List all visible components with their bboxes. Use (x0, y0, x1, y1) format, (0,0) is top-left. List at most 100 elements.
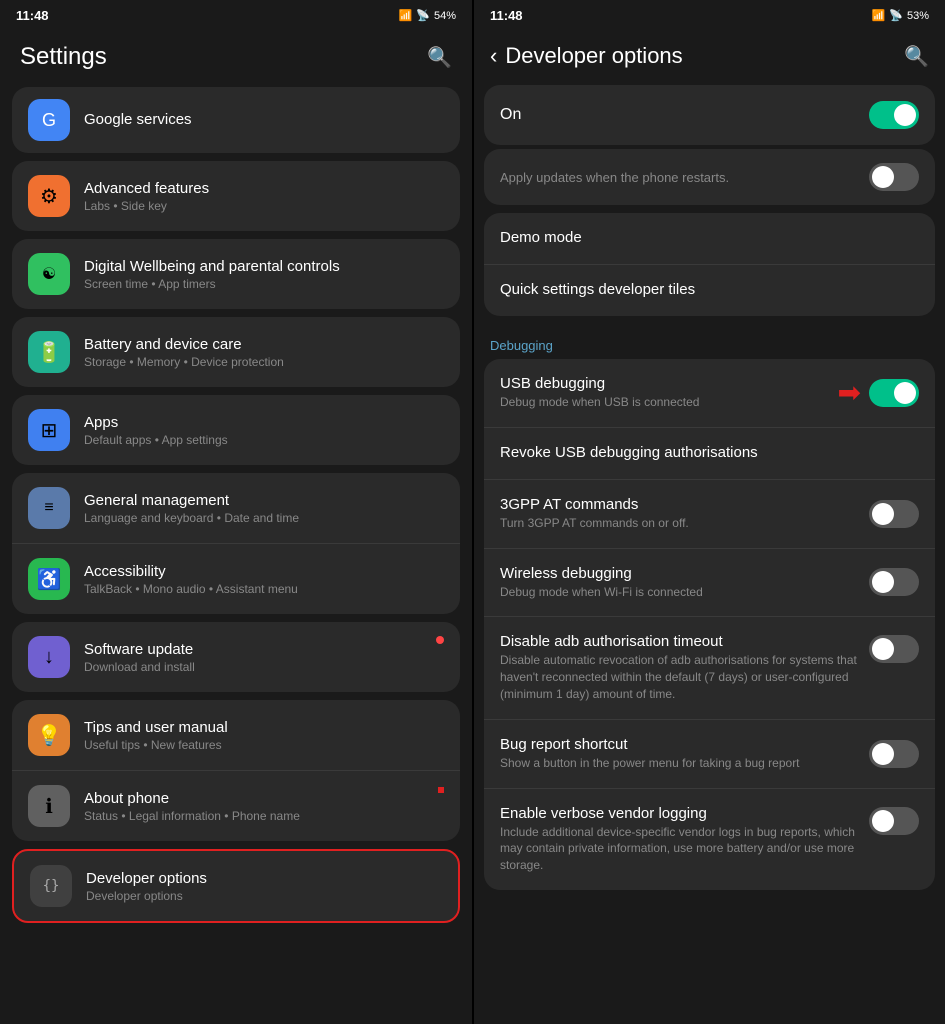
disable-adb-subtitle: Disable automatic revocation of adb auth… (500, 652, 869, 702)
dev-options-title: Developer options (505, 43, 904, 69)
tips-about-group: 💡 Tips and user manual Useful tips • New… (12, 700, 460, 841)
battery-icon: 🔋 (28, 331, 70, 373)
right-status-bar: 11:48 📶 📡 53% (474, 0, 945, 31)
about-dot (438, 787, 444, 793)
google-services-item[interactable]: G Google services (12, 87, 460, 153)
software-group: ↓ Software update Download and install (12, 622, 460, 692)
accessibility-title: Accessibility (84, 563, 444, 580)
about-title: About phone (84, 790, 444, 807)
signal-icon: 📡 (416, 9, 430, 22)
demo-section: Demo mode Quick settings developer tiles (484, 213, 935, 316)
advanced-icon: ⚙ (28, 175, 70, 217)
back-button[interactable]: ‹ (490, 43, 497, 69)
bug-report-toggle[interactable] (869, 740, 919, 768)
general-icon: ≡ (28, 487, 70, 529)
apply-updates-row: Apply updates when the phone restarts. (484, 149, 935, 205)
apply-updates-toggle[interactable] (869, 163, 919, 191)
accessibility-icon: ♿ (28, 558, 70, 600)
advanced-subtitle: Labs • Side key (84, 199, 444, 213)
right-status-icons: 📶 📡 53% (872, 9, 929, 22)
3gpp-item[interactable]: 3GPP AT commands Turn 3GPP AT commands o… (484, 480, 935, 549)
right-panel: 11:48 📶 📡 53% ‹ Developer options 🔍 On A… (472, 0, 945, 1024)
apply-updates-knob (872, 166, 894, 188)
demo-title: Demo mode (500, 229, 919, 246)
verbose-toggle[interactable] (869, 807, 919, 835)
left-time: 11:48 (16, 8, 49, 23)
usb-debug-knob (894, 382, 916, 404)
disable-adb-item[interactable]: Disable adb authorisation timeout Disabl… (484, 617, 935, 719)
disable-adb-title: Disable adb authorisation timeout (500, 633, 869, 650)
wireless-debug-toggle[interactable] (869, 568, 919, 596)
general-acc-group: ≡ General management Language and keyboa… (12, 473, 460, 614)
software-text: Software update Download and install (84, 641, 444, 674)
verbose-knob (872, 810, 894, 832)
right-header: ‹ Developer options 🔍 (474, 31, 945, 85)
battery-left: 54% (434, 10, 456, 22)
apps-item[interactable]: ⊞ Apps Default apps • App settings (12, 395, 460, 465)
on-label: On (500, 106, 521, 124)
dev-options-group: {} Developer options Developer options (12, 849, 460, 923)
on-toggle-knob (894, 104, 916, 126)
left-status-bar: 11:48 📶 📡 54% (0, 0, 472, 31)
wireless-debug-item[interactable]: Wireless debugging Debug mode when Wi-Fi… (484, 549, 935, 618)
apps-text: Apps Default apps • App settings (84, 414, 444, 447)
battery-subtitle: Storage • Memory • Device protection (84, 355, 444, 369)
on-toggle-row[interactable]: On (484, 85, 935, 145)
advanced-text: Advanced features Labs • Side key (84, 180, 444, 213)
general-title: General management (84, 492, 444, 509)
wellbeing-item[interactable]: ☯ Digital Wellbeing and parental control… (12, 239, 460, 309)
about-text: About phone Status • Legal information •… (84, 790, 444, 823)
bug-report-title: Bug report shortcut (500, 736, 869, 753)
right-search-button[interactable]: 🔍 (904, 44, 929, 69)
battery-title: Battery and device care (84, 336, 444, 353)
software-subtitle: Download and install (84, 660, 444, 674)
3gpp-knob (872, 503, 894, 525)
usb-debug-toggle[interactable] (869, 379, 919, 407)
revoke-usb-item[interactable]: Revoke USB debugging authorisations (484, 428, 935, 480)
usb-debugging-item[interactable]: USB debugging Debug mode when USB is con… (484, 359, 935, 428)
left-panel: 11:48 📶 📡 54% Settings 🔍 G Google servic… (0, 0, 472, 1024)
about-phone-item[interactable]: ℹ About phone Status • Legal information… (12, 771, 460, 841)
3gpp-toggle[interactable] (869, 500, 919, 528)
3gpp-subtitle: Turn 3GPP AT commands on or off. (500, 515, 869, 532)
developer-text: Developer options Developer options (86, 870, 442, 903)
developer-options-item[interactable]: {} Developer options Developer options (14, 851, 458, 921)
tips-item[interactable]: 💡 Tips and user manual Useful tips • New… (12, 700, 460, 771)
software-update-item[interactable]: ↓ Software update Download and install (12, 622, 460, 692)
advanced-features-item[interactable]: ⚙ Advanced features Labs • Side key (12, 161, 460, 231)
apps-icon: ⊞ (28, 409, 70, 451)
battery-item[interactable]: 🔋 Battery and device care Storage • Memo… (12, 317, 460, 387)
general-mgmt-item[interactable]: ≡ General management Language and keyboa… (12, 473, 460, 544)
left-header: Settings 🔍 (0, 31, 472, 87)
wellbeing-text: Digital Wellbeing and parental controls … (84, 258, 444, 291)
developer-subtitle: Developer options (86, 889, 442, 903)
debugging-section-label-container: Debugging (474, 324, 945, 359)
debugging-section: USB debugging Debug mode when USB is con… (484, 359, 935, 890)
developer-title: Developer options (86, 870, 442, 887)
wellbeing-group: ☯ Digital Wellbeing and parental control… (12, 239, 460, 309)
left-search-button[interactable]: 🔍 (427, 45, 452, 70)
google-services-text: Google services (84, 111, 444, 130)
quick-settings-item[interactable]: Quick settings developer tiles (484, 265, 935, 316)
tips-text: Tips and user manual Useful tips • New f… (84, 719, 444, 752)
dev-options-list: On Apply updates when the phone restarts… (474, 85, 945, 1024)
3gpp-title: 3GPP AT commands (500, 496, 869, 513)
bug-report-item[interactable]: Bug report shortcut Show a button in the… (484, 720, 935, 789)
bug-report-knob (872, 743, 894, 765)
disable-adb-knob (872, 638, 894, 660)
quick-settings-title: Quick settings developer tiles (500, 281, 919, 298)
accessibility-subtitle: TalkBack • Mono audio • Assistant menu (84, 582, 444, 596)
left-status-icons: 📶 📡 54% (399, 9, 456, 22)
verbose-logging-item[interactable]: Enable verbose vendor logging Include ad… (484, 789, 935, 890)
on-toggle[interactable] (869, 101, 919, 129)
battery-text: Battery and device care Storage • Memory… (84, 336, 444, 369)
wireless-title: Wireless debugging (500, 565, 869, 582)
wireless-debug-knob (872, 571, 894, 593)
apps-title: Apps (84, 414, 444, 431)
verbose-text: Enable verbose vendor logging Include ad… (500, 805, 869, 874)
right-wifi-icon: 📶 (872, 9, 886, 22)
disable-adb-toggle[interactable] (869, 635, 919, 663)
accessibility-item[interactable]: ♿ Accessibility TalkBack • Mono audio • … (12, 544, 460, 614)
wellbeing-subtitle: Screen time • App timers (84, 277, 444, 291)
demo-mode-item[interactable]: Demo mode (484, 213, 935, 265)
